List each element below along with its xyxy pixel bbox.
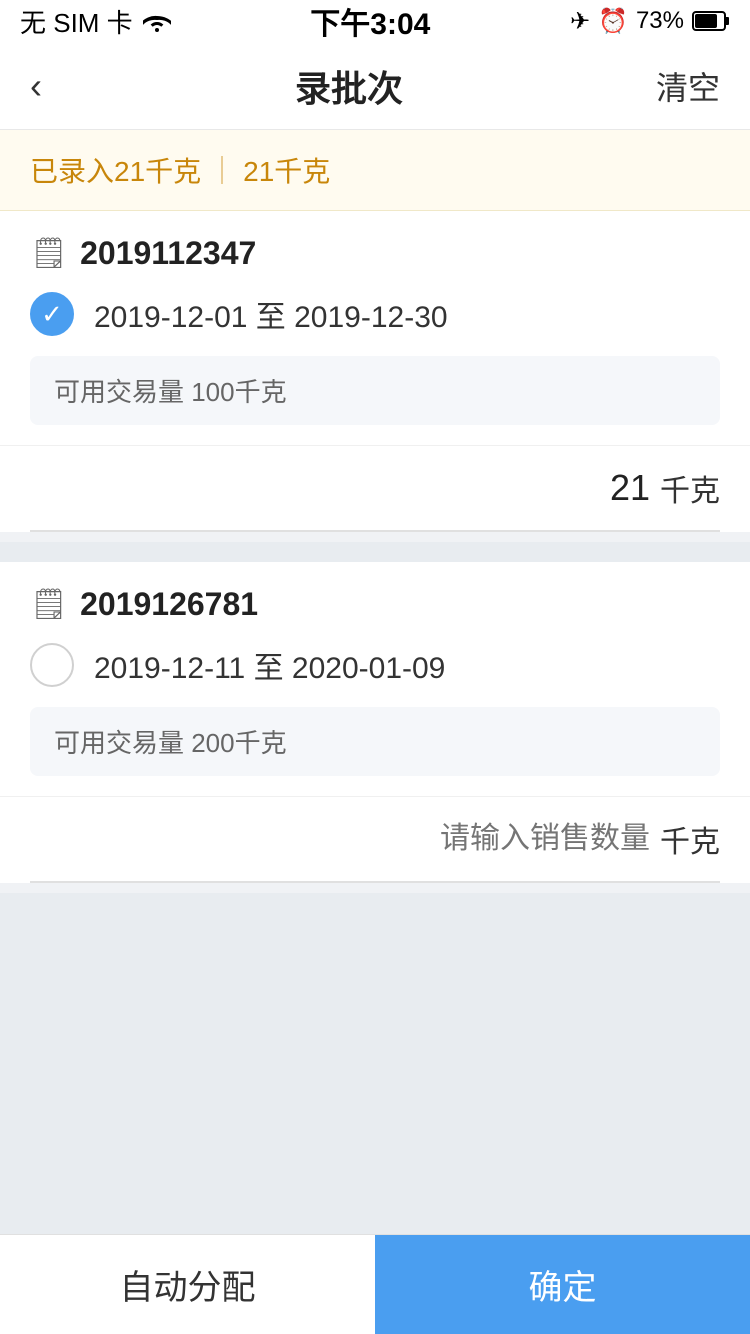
batch-card-1: 🗒 2019112347 ✓ 2019-12-01 至 2019-12-30 可… <box>0 211 750 532</box>
summary-divider <box>221 156 223 184</box>
status-time: 下午3:04 <box>310 0 430 43</box>
batch-header-2: 🗒 2019126781 <box>0 562 750 633</box>
section-separator <box>0 542 750 562</box>
confirm-button[interactable]: 确定 <box>375 1235 750 1334</box>
wifi-icon <box>143 10 171 32</box>
batch-doc-icon-2: 🗒 <box>30 587 68 622</box>
divider-1 <box>30 530 720 532</box>
quantity-value-1: 21 <box>610 467 650 509</box>
alarm-icon: ⏰ <box>598 7 628 36</box>
quantity-unit-1: 千克 <box>660 466 720 510</box>
batch-date-row-1[interactable]: ✓ 2019-12-01 至 2019-12-30 <box>0 282 750 346</box>
battery-icon <box>692 11 730 31</box>
location-icon: ✈ <box>570 7 590 36</box>
quantity-row-1: 21 千克 <box>0 445 750 530</box>
back-button[interactable]: ‹ <box>30 65 42 107</box>
clear-button[interactable]: 清空 <box>656 63 720 109</box>
batch-available-1: 可用交易量 100千克 <box>30 356 720 425</box>
auto-distribute-button[interactable]: 自动分配 <box>0 1235 375 1334</box>
nav-bar: ‹ 录批次 清空 <box>0 42 750 130</box>
batch-date-row-2[interactable]: 2019-12-11 至 2020-01-09 <box>0 633 750 697</box>
batch-checkbox-1[interactable]: ✓ <box>30 292 74 336</box>
batch-number-1: 2019112347 <box>80 235 256 272</box>
batch-checkbox-2[interactable] <box>30 643 74 687</box>
no-sim-text: 无 SIM 卡 <box>20 3 133 40</box>
empty-area <box>0 893 750 1273</box>
batch-date-1: 2019-12-01 至 2019-12-30 <box>94 292 448 336</box>
batch-doc-icon-1: 🗒 <box>30 236 68 271</box>
status-right: ✈ ⏰ 73% <box>570 7 730 36</box>
batch-number-2: 2019126781 <box>80 586 258 623</box>
quantity-input-2[interactable] <box>350 822 650 856</box>
quantity-input-row-2[interactable]: 千克 <box>0 796 750 881</box>
divider-2 <box>30 881 720 883</box>
status-left: 无 SIM 卡 <box>20 3 171 40</box>
batch-card-2: 🗒 2019126781 2019-12-11 至 2020-01-09 可用交… <box>0 562 750 883</box>
page-title: 录批次 <box>295 60 403 112</box>
battery-text: 73% <box>636 7 684 35</box>
checkmark-icon-1: ✓ <box>41 301 63 327</box>
batch-header-1: 🗒 2019112347 <box>0 211 750 282</box>
summary-value: 21千克 <box>243 150 330 190</box>
batch-date-2: 2019-12-11 至 2020-01-09 <box>94 643 445 687</box>
summary-bar: 已录入21千克 21千克 <box>0 130 750 211</box>
bottom-bar: 自动分配 确定 <box>0 1234 750 1334</box>
quantity-unit-2: 千克 <box>660 817 720 861</box>
summary-label: 已录入21千克 <box>30 150 201 190</box>
batch-available-2: 可用交易量 200千克 <box>30 707 720 776</box>
status-bar: 无 SIM 卡 下午3:04 ✈ ⏰ 73% <box>0 0 750 42</box>
